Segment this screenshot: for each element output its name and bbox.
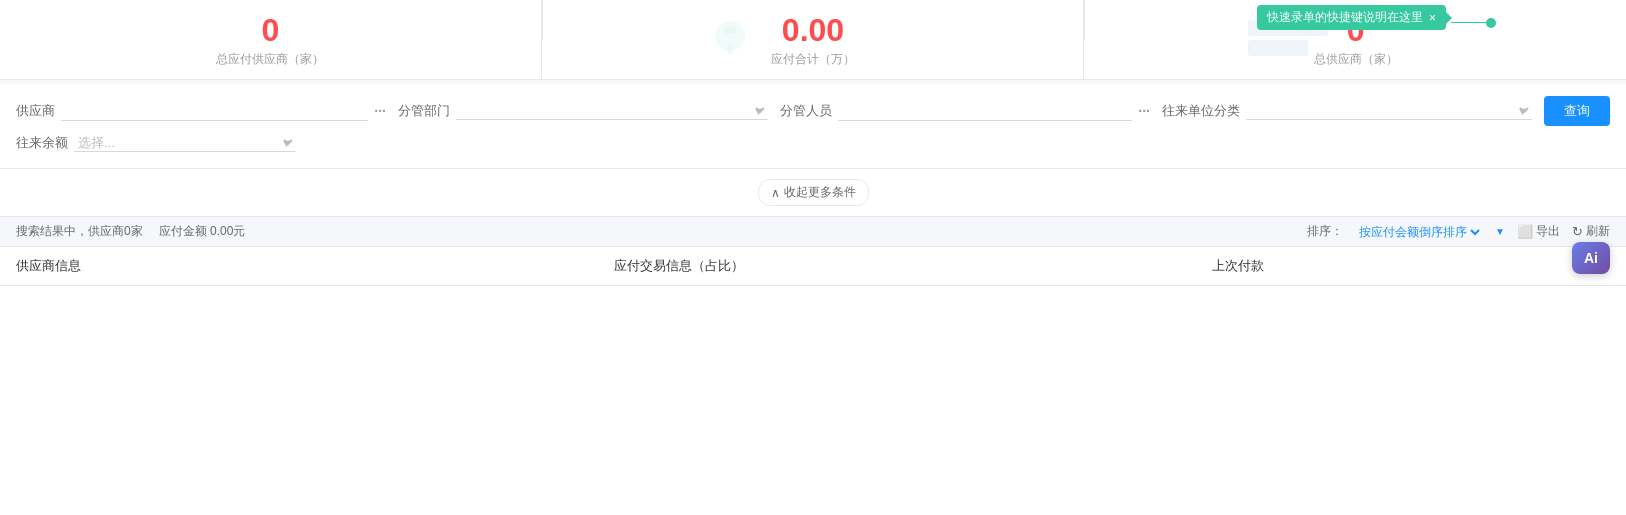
table-body	[0, 286, 1626, 515]
stat-payable-total-number: 0.00	[782, 11, 844, 49]
stat-payable-vendors-label: 总应付供应商（家）	[216, 51, 324, 68]
tooltip-text: 快速录单的快捷键说明在这里	[1267, 9, 1423, 26]
stat-payable-total-label: 应付合计（万）	[771, 51, 855, 68]
collapse-button[interactable]: ∧ 收起更多条件	[758, 179, 869, 206]
tooltip-dot	[1486, 18, 1496, 28]
refresh-icon: ↻	[1572, 224, 1583, 239]
filter-row-2: 往来余额 选择... ▼	[16, 134, 1610, 152]
table-col-supplier-info: 供应商信息	[16, 257, 614, 275]
stat-total-vendors-label: 总供应商（家）	[1314, 51, 1398, 68]
balance-select-wrapper[interactable]: 选择... ▼	[74, 134, 296, 152]
sort-arrow-icon: ▼	[1495, 226, 1505, 237]
person-input[interactable]	[838, 101, 1132, 121]
unit-class-select-wrapper[interactable]: ▼	[1246, 102, 1532, 120]
refresh-button[interactable]: ↻ 刷新	[1572, 223, 1610, 240]
bg-decoration-2	[1248, 40, 1308, 56]
export-icon: ⬜	[1517, 224, 1533, 239]
stat-total-vendors: 快速录单的快捷键说明在这里 × 0 总供应商（家）	[1085, 0, 1626, 79]
supplier-label: 供应商	[16, 102, 55, 120]
svg-point-1	[723, 25, 736, 33]
filter-row-1: 供应商 ··· 分管部门 ▼ 分管人员 ··· 往来单位分类	[16, 96, 1610, 126]
filter-section: 供应商 ··· 分管部门 ▼ 分管人员 ··· 往来单位分类	[0, 84, 1626, 169]
stat-payable-vendors-number: 0	[261, 11, 279, 49]
query-button[interactable]: 查询	[1544, 96, 1610, 126]
result-bar-right: 排序： 按应付会额倒序排序 ▼ ⬜ 导出 ↻ 刷新	[1307, 223, 1610, 240]
ai-button[interactable]: Ai	[1572, 242, 1610, 274]
collapse-row: ∧ 收起更多条件	[0, 169, 1626, 217]
refresh-label[interactable]: 刷新	[1586, 223, 1610, 240]
payable-amount-text: 应付金额 0.00元	[159, 223, 246, 240]
person-label: 分管人员	[780, 102, 832, 120]
person-dots[interactable]: ···	[1138, 103, 1150, 119]
unit-class-label: 往来单位分类	[1162, 102, 1240, 120]
filter-supplier: 供应商 ···	[16, 101, 386, 121]
filter-balance: 往来余额 选择... ▼	[16, 134, 296, 152]
unit-class-select[interactable]	[1246, 102, 1532, 119]
table-col-last-payment: 上次付款	[1212, 257, 1611, 275]
dept-select-wrapper[interactable]: ▼	[456, 102, 768, 120]
dept-select[interactable]	[456, 102, 768, 119]
top-stats-bar: 0 总应付供应商（家） 0.00 应付合计（万） 快速录单的快捷键说明在这里 ×…	[0, 0, 1626, 80]
result-bar: 搜索结果中，供应商0家 应付金额 0.00元 排序： 按应付会额倒序排序 ▼ ⬜…	[0, 217, 1626, 247]
table-header: 供应商信息 应付交易信息（占比） 上次付款	[0, 247, 1626, 286]
sort-select[interactable]: 按应付会额倒序排序	[1355, 224, 1483, 240]
collapse-icon: ∧	[771, 186, 780, 200]
search-result-text: 搜索结果中，供应商0家	[16, 223, 143, 240]
filter-unit-class: 往来单位分类 ▼	[1162, 102, 1532, 120]
sort-label: 排序：	[1307, 223, 1343, 240]
result-bar-left: 搜索结果中，供应商0家 应付金额 0.00元	[16, 223, 245, 240]
svg-rect-2	[727, 44, 732, 54]
mint-icon	[705, 15, 755, 65]
balance-select[interactable]: 选择...	[74, 134, 296, 151]
balance-label: 往来余额	[16, 134, 68, 152]
tooltip-close[interactable]: ×	[1429, 11, 1436, 25]
stat-total-payable-vendors: 0 总应付供应商（家）	[0, 0, 542, 79]
filter-dept: 分管部门 ▼	[398, 102, 768, 120]
tooltip-line	[1451, 22, 1491, 23]
filter-person: 分管人员 ···	[780, 101, 1150, 121]
supplier-input[interactable]	[61, 101, 368, 121]
export-button[interactable]: ⬜ 导出	[1517, 223, 1560, 240]
export-label[interactable]: 导出	[1536, 223, 1560, 240]
supplier-dots[interactable]: ···	[374, 103, 386, 119]
table-col-payable-info: 应付交易信息（占比）	[614, 257, 1212, 275]
tooltip-bubble: 快速录单的快捷键说明在这里 ×	[1257, 5, 1446, 30]
dept-label: 分管部门	[398, 102, 450, 120]
stat-payable-total: 0.00 应付合计（万）	[543, 0, 1085, 79]
collapse-label: 收起更多条件	[784, 184, 856, 201]
